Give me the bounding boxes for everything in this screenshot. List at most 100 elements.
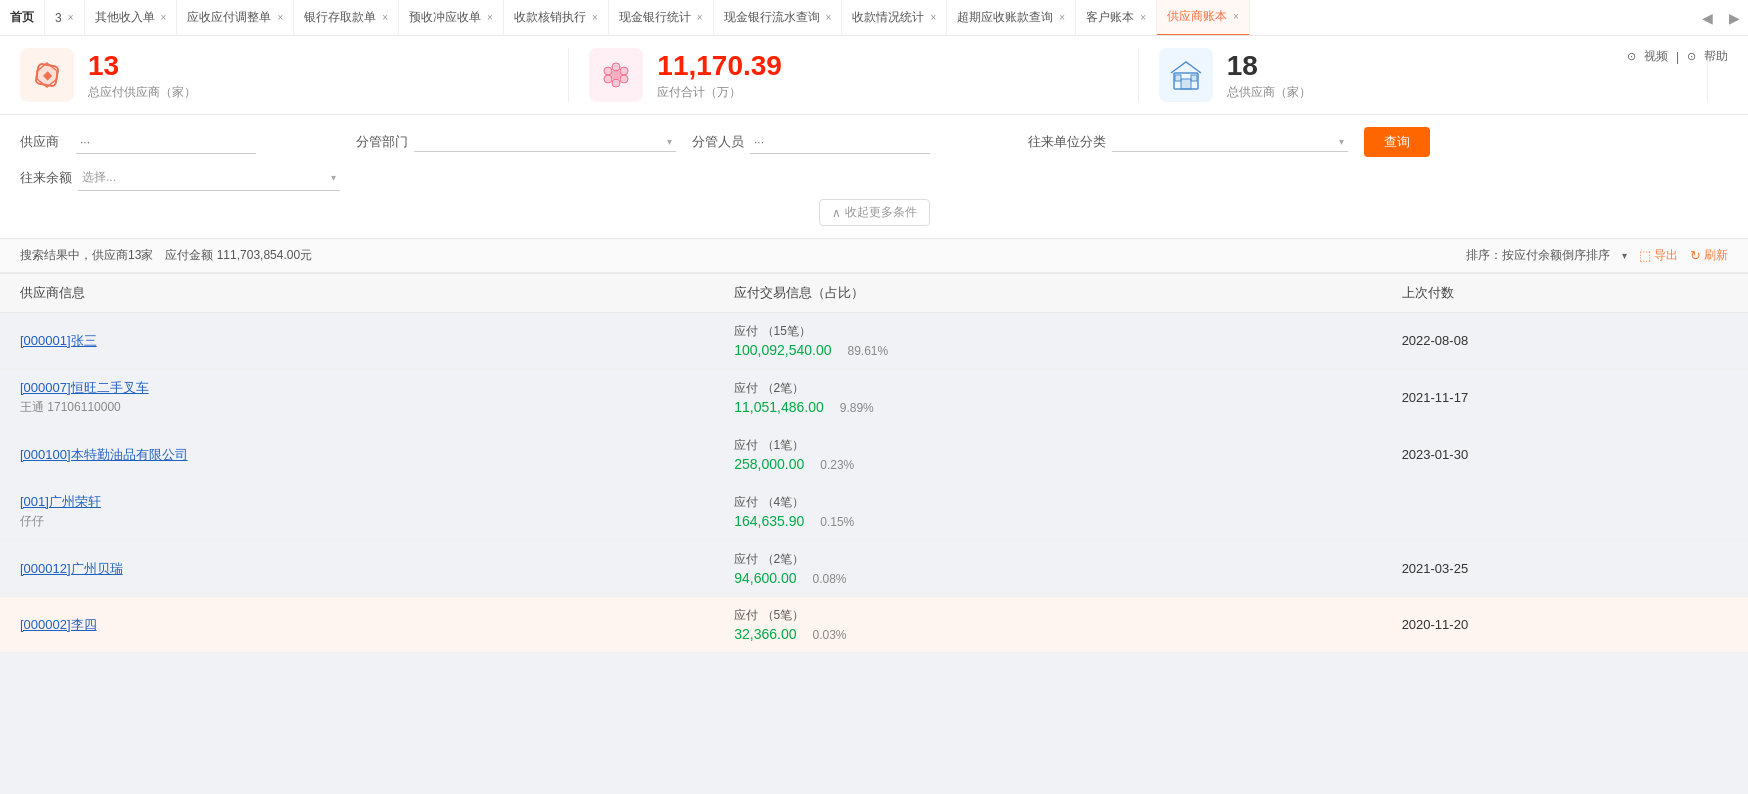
search-button[interactable]: 查询	[1364, 127, 1430, 157]
supplier-link[interactable]: [001]广州荣轩	[20, 494, 101, 509]
close-icon[interactable]: ×	[592, 12, 598, 23]
table-row: [000100]本特勤油品有限公司 应付 （1笔） 258,000.00 0.2…	[0, 427, 1748, 483]
video-link[interactable]: 视频	[1644, 48, 1668, 65]
collapse-button[interactable]: ∧ 收起更多条件	[819, 199, 930, 226]
svg-point-5	[620, 75, 628, 83]
collapse-icon: ∧	[832, 206, 841, 220]
close-icon[interactable]: ×	[1140, 12, 1146, 23]
dept-select[interactable]: ▾	[414, 132, 676, 152]
nav-tab-ar-ap-adjust[interactable]: 应收应付调整单 ×	[177, 0, 294, 36]
close-icon[interactable]: ×	[68, 12, 74, 23]
top-nav: 首页 3 × 其他收入单 × 应收应付调整单 × 银行存取款单 × 预收冲应收单…	[0, 0, 1748, 36]
table-row: [000012]广州贝瑞 应付 （2笔） 94,600.00 0.08% 202…	[0, 541, 1748, 597]
supplier-link[interactable]: [000012]广州贝瑞	[20, 561, 123, 576]
balance-dropdown-icon: ▾	[331, 172, 336, 183]
total-suppliers-number: 18	[1227, 49, 1311, 83]
svg-point-4	[620, 67, 628, 75]
tx-label: 应付 （1笔）	[734, 437, 1361, 454]
tx-amount[interactable]: 164,635.90	[734, 513, 804, 529]
balance-select[interactable]: 选择... ▾	[78, 165, 340, 191]
supplier-link[interactable]: [000001]张三	[20, 333, 97, 348]
close-icon[interactable]: ×	[161, 12, 167, 23]
refresh-button[interactable]: ↻ 刷新	[1690, 247, 1728, 264]
dept-label: 分管部门	[356, 133, 408, 151]
last-payment-date: 2022-08-08	[1402, 333, 1469, 348]
close-icon[interactable]: ×	[1059, 12, 1065, 23]
nav-tab-advance-ar[interactable]: 预收冲应收单 ×	[399, 0, 504, 36]
filter-row-2: 往来余额 选择... ▾	[20, 165, 1728, 191]
close-icon[interactable]: ×	[930, 12, 936, 23]
top-right-links: ⊙ 视频 | ⊙ 帮助	[1627, 48, 1728, 65]
nav-tab-receipt-stat[interactable]: 收款情况统计 ×	[842, 0, 947, 36]
tx-amount[interactable]: 94,600.00	[734, 570, 796, 586]
close-icon[interactable]: ×	[277, 12, 283, 23]
card-icon-3	[1159, 48, 1213, 102]
tx-cell: 应付 （4笔） 164,635.90 0.15%	[714, 483, 1381, 541]
tx-amount[interactable]: 32,366.00	[734, 626, 796, 642]
tx-amount[interactable]: 258,000.00	[734, 456, 804, 472]
filter-row-1: 供应商 分管部门 ▾ 分管人员 往来单位分类 ▾ 查询	[20, 127, 1728, 157]
supplier-link[interactable]: [000007]恒旺二手叉车	[20, 380, 149, 395]
close-icon[interactable]: ×	[1233, 11, 1239, 22]
last-payment-date: 2020-11-20	[1402, 617, 1469, 632]
payable-suppliers-label: 总应付供应商（家）	[88, 84, 196, 101]
person-input[interactable]	[750, 131, 930, 154]
supplier-cell: [000100]本特勤油品有限公司	[0, 427, 714, 483]
export-button[interactable]: ⬚ 导出	[1639, 247, 1678, 264]
close-icon[interactable]: ×	[382, 12, 388, 23]
nav-tab-3[interactable]: 3 ×	[45, 0, 85, 36]
tx-amount[interactable]: 100,092,540.00	[734, 342, 831, 358]
help-link[interactable]: 帮助	[1704, 48, 1728, 65]
supplier-cell: [000012]广州贝瑞	[0, 541, 714, 597]
supplier-link[interactable]: [000100]本特勤油品有限公司	[20, 447, 188, 462]
supplier-ledger-label: 供应商账本	[1167, 8, 1227, 25]
category-select[interactable]: ▾	[1112, 132, 1348, 152]
category-label: 往来单位分类	[1028, 133, 1106, 151]
supplier-label: 供应商	[20, 133, 70, 151]
nav-arrows: ◀ ▶	[1694, 10, 1748, 26]
tx-cell: 应付 （2笔） 11,051,486.00 9.89%	[714, 369, 1381, 427]
summary-card-payable-suppliers: ◆ 13 总应付供应商（家）	[20, 48, 569, 102]
diamond-icon: ◆	[29, 57, 65, 93]
close-icon[interactable]: ×	[487, 12, 493, 23]
card-icon-2	[589, 48, 643, 102]
tx-label: 应付 （15笔）	[734, 323, 1361, 340]
supplier-cell: [000001]张三	[0, 313, 714, 369]
table-row: [000007]恒旺二手叉车 王通 17106110000 应付 （2笔） 11…	[0, 369, 1748, 427]
tx-amount[interactable]: 11,051,486.00	[734, 399, 824, 415]
nav-tab-overdue-ar[interactable]: 超期应收账款查询 ×	[947, 0, 1076, 36]
home-label: 首页	[10, 9, 34, 26]
tx-pct: 0.03%	[812, 628, 846, 642]
ar-ap-label: 应收应付调整单	[187, 9, 271, 26]
export-label: 导出	[1654, 247, 1678, 264]
filter-category: 往来单位分类 ▾	[1028, 132, 1348, 152]
nav-tab-cash-flow[interactable]: 现金银行流水查询 ×	[714, 0, 843, 36]
table-header: 供应商信息 应付交易信息（占比） 上次付数	[0, 274, 1748, 313]
svg-point-3	[612, 63, 620, 71]
svg-text:◆: ◆	[43, 68, 53, 82]
supplier-link[interactable]: [000002]李四	[20, 617, 97, 632]
advance-ar-label: 预收冲应收单	[409, 9, 481, 26]
nav-tab-receipt-verify[interactable]: 收款核销执行 ×	[504, 0, 609, 36]
close-icon[interactable]: ×	[697, 12, 703, 23]
svg-rect-11	[1181, 79, 1191, 89]
nav-tab-customer-ledger[interactable]: 客户账本 ×	[1076, 0, 1157, 36]
close-icon[interactable]: ×	[826, 12, 832, 23]
table-row: [000001]张三 应付 （15笔） 100,092,540.00 89.61…	[0, 313, 1748, 369]
bank-deposit-label: 银行存取款单	[304, 9, 376, 26]
sort-dropdown-icon[interactable]: ▾	[1622, 250, 1627, 261]
svg-point-9	[611, 70, 621, 80]
nav-tab-other-income[interactable]: 其他收入单 ×	[85, 0, 178, 36]
export-icon: ⬚	[1639, 248, 1651, 263]
nav-next-arrow[interactable]: ▶	[1721, 10, 1748, 26]
supplier-sub: 仔仔	[20, 513, 694, 530]
nav-prev-arrow[interactable]: ◀	[1694, 10, 1721, 26]
nav-tab-home[interactable]: 首页	[0, 0, 45, 36]
tx-label: 应付 （5笔）	[734, 607, 1361, 624]
nav-tab-cash-bank-stat[interactable]: 现金银行统计 ×	[609, 0, 714, 36]
nav-tab-supplier-ledger[interactable]: 供应商账本 ×	[1157, 0, 1250, 36]
result-text: 搜索结果中，供应商13家	[20, 247, 153, 264]
nav-tab-bank-deposit[interactable]: 银行存取款单 ×	[294, 0, 399, 36]
supplier-input[interactable]	[76, 131, 256, 154]
last-payment-date: 2021-03-25	[1402, 561, 1469, 576]
